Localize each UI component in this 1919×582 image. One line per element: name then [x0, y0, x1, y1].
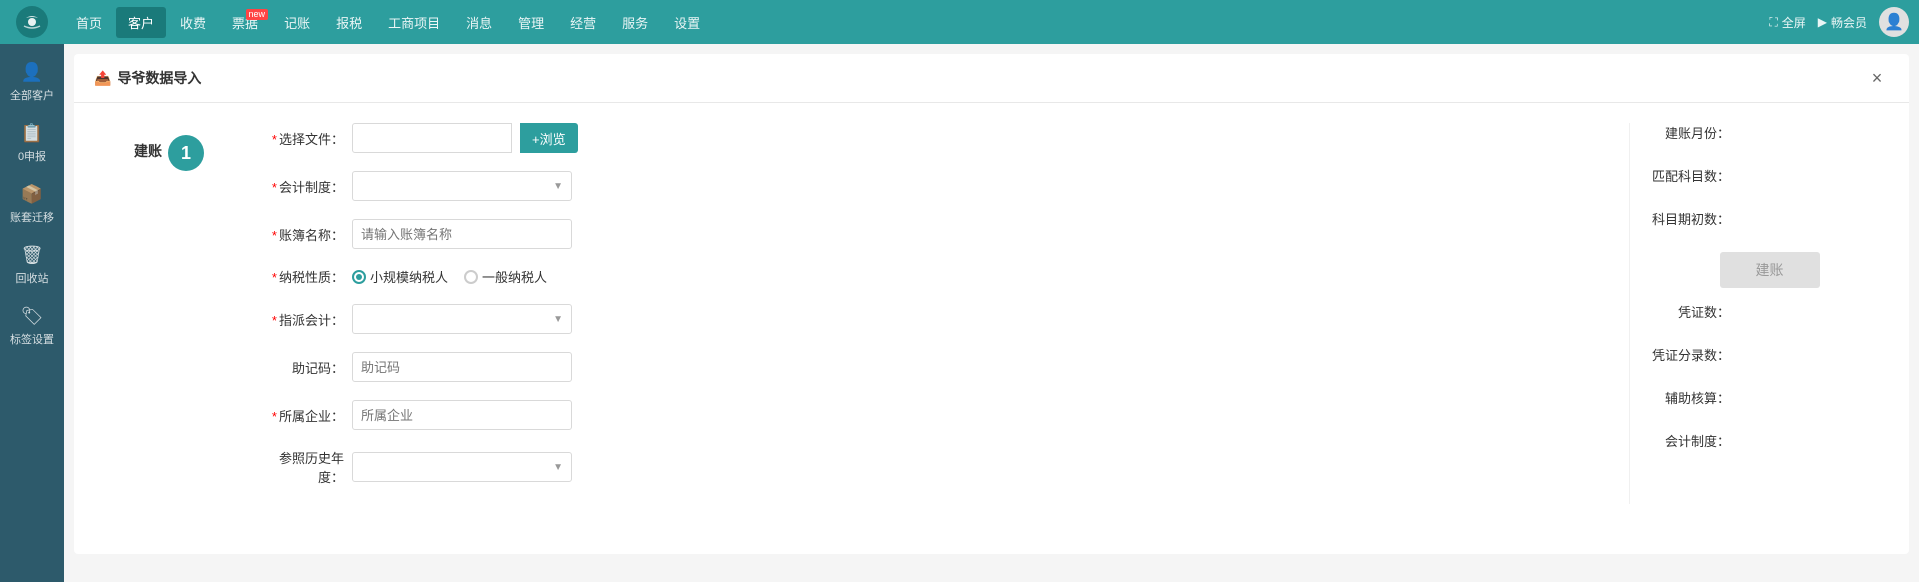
nav-operation[interactable]: 经营: [558, 7, 608, 38]
aux-accounting-label: 辅助核算：: [1650, 388, 1730, 407]
create-month-row: 建账月份：: [1650, 123, 1889, 142]
tax-type-row: 纳税性质： 小规模纳税人 一般纳税人: [264, 267, 1609, 286]
fullscreen-button[interactable]: ⛶ 全屏: [1769, 14, 1805, 31]
match-subject-row: 匹配科目数：: [1650, 166, 1889, 185]
step-section: 建账 1: [74, 123, 244, 504]
close-button[interactable]: ×: [1865, 66, 1889, 90]
accounting-system-row: 会计制度： ▼: [264, 171, 1609, 201]
sidebar: 👤 全部客户 📋 0申报 📦 账套迁移 🗑 回收站 🏷 标签设置: [0, 44, 64, 582]
right-section: 建账月份： 匹配科目数： 科目期初数： 建账 凭证数：: [1629, 123, 1909, 504]
sidebar-item-declaration[interactable]: 📋 0申报: [0, 115, 64, 172]
memo-label: 助记码：: [264, 358, 344, 377]
file-row: 选择文件： +浏览: [264, 123, 1609, 153]
nav-invoice[interactable]: 票据 new: [220, 7, 270, 38]
nav-tax[interactable]: 报税: [324, 7, 374, 38]
accountant-row: 指派会计： ▼: [264, 304, 1609, 334]
import-icon: 📤: [94, 70, 111, 87]
browse-button[interactable]: +浏览: [520, 123, 578, 153]
sidebar-item-all-customers[interactable]: 👤 全部客户: [0, 54, 64, 111]
form-section: 选择文件： +浏览 会计制度： ▼ 账簿名称：: [244, 123, 1629, 504]
accounting-system-label: 会计制度：: [264, 177, 344, 196]
accountant-select[interactable]: ▼: [352, 304, 572, 334]
file-label: 选择文件：: [264, 129, 344, 148]
company-row: 所属企业：: [264, 400, 1609, 430]
nav-items: 首页 客户 收费 票据 new 记账 报税 工商项目 消息 管理 经营 服务 设…: [64, 7, 1769, 38]
panel-title: 📤 导爷数据导入: [94, 68, 201, 88]
import-panel: 📤 导爷数据导入 × 建账 1 选择文件：: [74, 54, 1909, 554]
ledger-name-row: 账簿名称：: [264, 219, 1609, 249]
voucher-entries-row: 凭证分录数：: [1650, 345, 1889, 364]
nav-manage[interactable]: 管理: [506, 7, 556, 38]
voucher-count-label: 凭证数：: [1650, 302, 1730, 321]
person-icon: 👤: [21, 62, 43, 83]
period-initial-row: 科目期初数：: [1650, 209, 1889, 228]
sidebar-item-tag-settings[interactable]: 🏷 标签设置: [0, 298, 64, 355]
member-icon: ▶: [1818, 15, 1827, 29]
right-accounting-system-row: 会计制度：: [1650, 431, 1889, 450]
main-area: 👤 全部客户 📋 0申报 📦 账套迁移 🗑 回收站 🏷 标签设置 📤 导爷: [0, 44, 1919, 582]
chevron-down-icon-3: ▼: [553, 462, 563, 473]
top-navigation: 首页 客户 收费 票据 new 记账 报税 工商项目 消息 管理 经营 服务 设…: [0, 0, 1919, 44]
voucher-count-row: 凭证数：: [1650, 302, 1889, 321]
accounting-system-select[interactable]: ▼: [352, 171, 572, 201]
file-input[interactable]: [352, 123, 512, 153]
voucher-entries-label: 凭证分录数：: [1650, 345, 1730, 364]
ledger-name-input[interactable]: [352, 219, 572, 249]
nav-service[interactable]: 服务: [610, 7, 660, 38]
chevron-down-icon: ▼: [553, 181, 563, 192]
form-wrapper: 建账 1 选择文件： +浏览 会计制度：: [74, 103, 1909, 524]
panel-header: 📤 导爷数据导入 ×: [74, 54, 1909, 103]
sidebar-item-recycle[interactable]: 🗑 回收站: [0, 237, 64, 294]
member-button[interactable]: ▶ 畅会员: [1818, 14, 1867, 31]
avatar[interactable]: 👤: [1879, 7, 1909, 37]
history-year-row: 参照历史年度： ▼: [264, 448, 1609, 486]
right-accounting-system-label: 会计制度：: [1650, 431, 1730, 450]
period-initial-label: 科目期初数：: [1650, 209, 1730, 228]
nav-right: ⛶ 全屏 ▶ 畅会员 👤: [1769, 7, 1909, 37]
nav-charge[interactable]: 收费: [168, 7, 218, 38]
general-taxpayer-option[interactable]: 一般纳税人: [464, 267, 547, 286]
accountant-label: 指派会计：: [264, 310, 344, 329]
company-label: 所属企业：: [264, 406, 344, 425]
logo-icon: [16, 6, 48, 38]
history-year-label: 参照历史年度：: [264, 448, 344, 486]
content-area: 📤 导爷数据导入 × 建账 1 选择文件：: [64, 44, 1919, 582]
tag-icon: 🏷: [21, 306, 44, 327]
nav-home[interactable]: 首页: [64, 7, 114, 38]
small-taxpayer-radio[interactable]: [352, 270, 366, 284]
nav-account[interactable]: 记账: [272, 7, 322, 38]
recycle-icon: 🗑: [21, 245, 44, 266]
nav-settings[interactable]: 设置: [662, 7, 712, 38]
new-badge: new: [246, 9, 269, 20]
create-account-button[interactable]: 建账: [1720, 252, 1820, 288]
aux-accounting-row: 辅助核算：: [1650, 388, 1889, 407]
small-taxpayer-option[interactable]: 小规模纳税人: [352, 267, 448, 286]
nav-customer[interactable]: 客户: [116, 7, 166, 38]
logo[interactable]: [10, 0, 54, 44]
sidebar-item-account-migration[interactable]: 📦 账套迁移: [0, 176, 64, 233]
declaration-icon: 📋: [21, 123, 43, 144]
general-taxpayer-radio[interactable]: [464, 270, 478, 284]
ledger-name-label: 账簿名称：: [264, 225, 344, 244]
memo-input[interactable]: [352, 352, 572, 382]
history-year-select[interactable]: ▼: [352, 452, 572, 482]
step-number: 1: [168, 135, 204, 171]
company-input[interactable]: [352, 400, 572, 430]
memo-row: 助记码：: [264, 352, 1609, 382]
nav-business[interactable]: 工商项目: [376, 7, 452, 38]
match-subject-label: 匹配科目数：: [1650, 166, 1730, 185]
fullscreen-icon: ⛶: [1769, 15, 1777, 30]
create-month-label: 建账月份：: [1650, 123, 1730, 142]
chevron-down-icon-2: ▼: [553, 314, 563, 325]
tax-type-label: 纳税性质：: [264, 267, 344, 286]
migration-icon: 📦: [21, 184, 43, 205]
tax-type-radio-group: 小规模纳税人 一般纳税人: [352, 267, 547, 286]
nav-message[interactable]: 消息: [454, 7, 504, 38]
